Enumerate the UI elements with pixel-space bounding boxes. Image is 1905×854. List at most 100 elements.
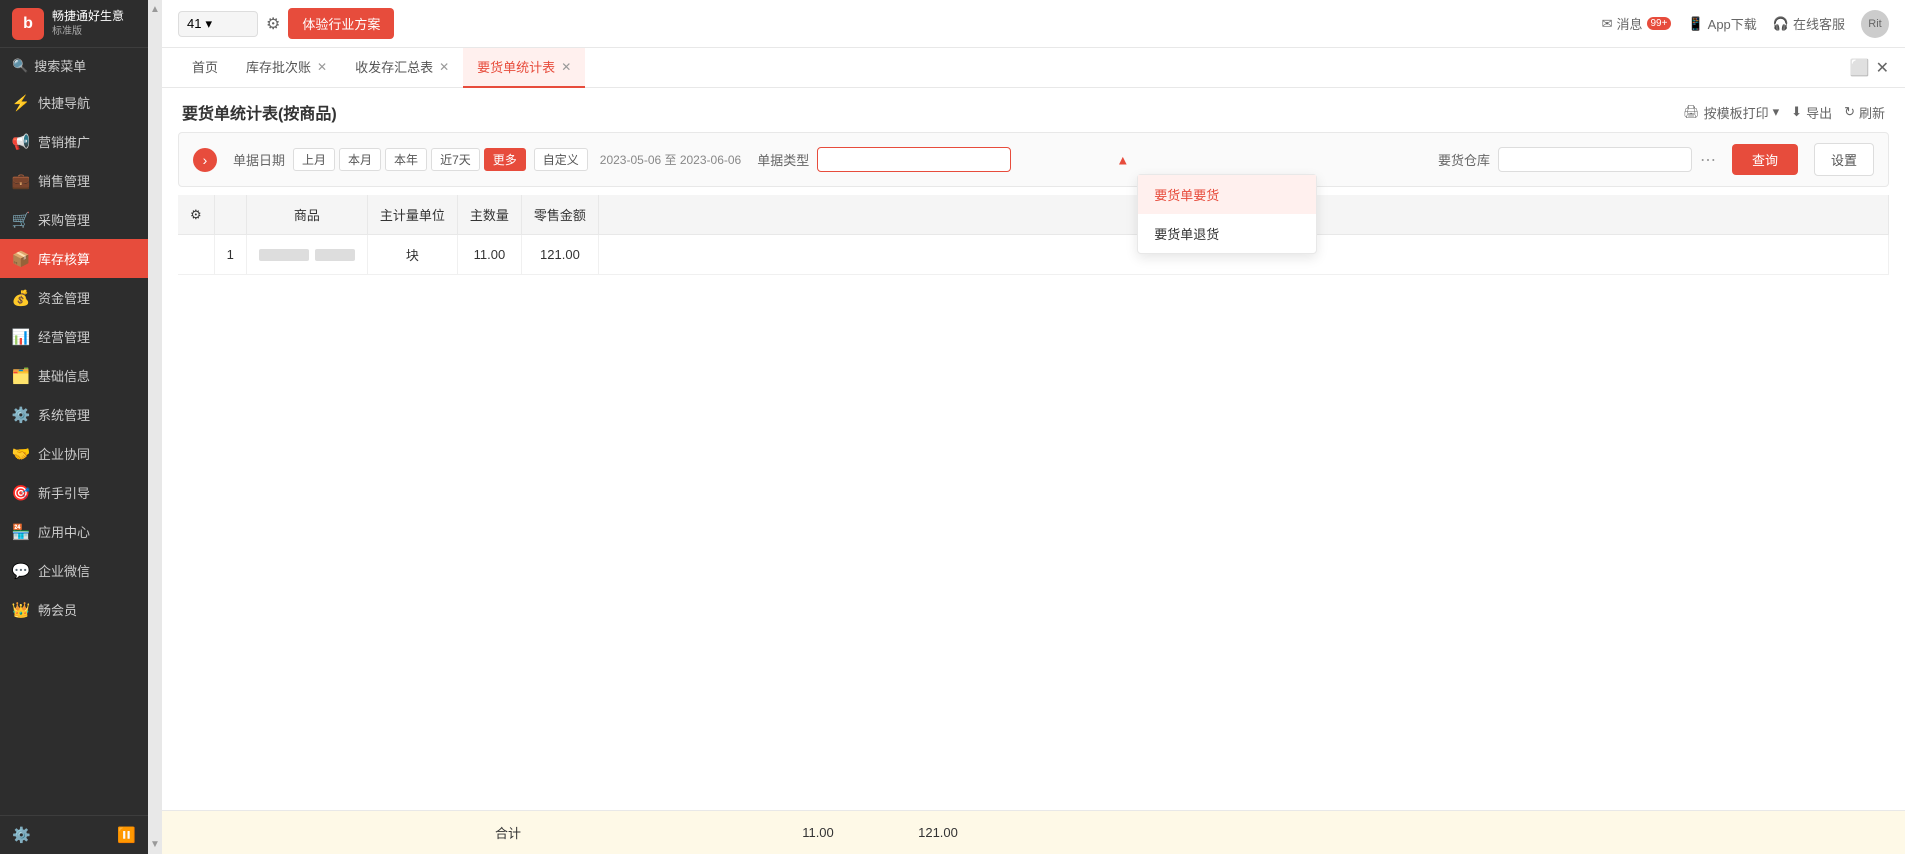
custom-date-btn[interactable]: 自定义 bbox=[534, 148, 588, 171]
type-dropdown: 要货单要货 要货单退货 bbox=[1137, 174, 1317, 254]
refresh-button[interactable]: ↻ 刷新 bbox=[1844, 103, 1885, 122]
download-icon: 📱 bbox=[1687, 16, 1703, 32]
col-product: 商品 bbox=[246, 195, 367, 235]
this-year-btn[interactable]: 本年 bbox=[385, 148, 427, 171]
collapse-icon[interactable]: ⏸️ bbox=[117, 826, 136, 844]
warehouse-filter-group: 要货仓库 ⋯ bbox=[1438, 147, 1716, 172]
sidebar-item-basic[interactable]: 🗂️ 基础信息 bbox=[0, 356, 148, 395]
tab-close-receivable-summary[interactable]: ✕ bbox=[439, 60, 449, 74]
export-button[interactable]: ⬇ 导出 bbox=[1791, 103, 1832, 122]
sidebar-item-member[interactable]: 👑 畅会员 bbox=[0, 590, 148, 629]
sidebar-header: b 畅捷通好生意 标准版 bbox=[0, 0, 148, 48]
type-filter-input[interactable] bbox=[817, 147, 1011, 172]
sidebar: b 畅捷通好生意 标准版 🔍 搜索菜单 ⚡ 快捷导航 📢 营销推广 💼 销售管理… bbox=[0, 0, 148, 854]
quick-icon: ⚡ bbox=[12, 94, 30, 112]
tab-close-order-summary[interactable]: ✕ bbox=[561, 60, 571, 74]
sidebar-item-finance[interactable]: 💰 资金管理 bbox=[0, 278, 148, 317]
marketing-icon: 📢 bbox=[12, 133, 30, 151]
basic-icon: 🗂️ bbox=[12, 367, 30, 385]
tab-close-all-icon[interactable]: ✕ bbox=[1876, 58, 1889, 78]
data-table: ⚙ 商品 主计量单位 主数量 零售金额 1 bbox=[178, 195, 1889, 275]
filter-expand-button[interactable]: › bbox=[193, 148, 217, 172]
service-icon: 🎧 bbox=[1773, 16, 1789, 32]
more-filters-icon[interactable]: ⋯ bbox=[1700, 150, 1716, 170]
date-range-display: 2023-05-06 至 2023-06-06 bbox=[600, 151, 741, 168]
finance-icon: 💰 bbox=[12, 289, 30, 307]
sidebar-item-operation[interactable]: 📊 经营管理 bbox=[0, 317, 148, 356]
sidebar-item-appstore[interactable]: 🏪 应用中心 bbox=[0, 512, 148, 551]
sidebar-item-inventory[interactable]: 📦 库存核算 bbox=[0, 239, 148, 278]
type-filter-label: 单据类型 bbox=[757, 150, 809, 169]
table-container: ⚙ 商品 主计量单位 主数量 零售金额 1 bbox=[178, 195, 1889, 810]
filter-settings-button[interactable]: 设置 bbox=[1814, 143, 1874, 176]
warehouse-filter-label: 要货仓库 bbox=[1438, 150, 1490, 169]
more-dates-btn[interactable]: 更多 bbox=[484, 148, 526, 171]
tab-maximize-icon[interactable]: ⬜ bbox=[1850, 58, 1870, 78]
type-dropdown-chevron-icon[interactable]: ▲ bbox=[1116, 152, 1129, 167]
date-filter-label: 单据日期 bbox=[233, 150, 285, 169]
scroll-down-arrow[interactable]: ▼ bbox=[150, 839, 160, 850]
footer-quantity: 11.00 bbox=[758, 825, 878, 840]
page-title: 要货单统计表(按商品) bbox=[182, 100, 337, 124]
print-icon: 🖨 bbox=[1683, 104, 1700, 120]
topbar-left: 41 ▾ ⚙ 体验行业方案 bbox=[178, 8, 1590, 39]
tab-receivable-summary[interactable]: 收发存汇总表 ✕ bbox=[341, 48, 463, 88]
messages-button[interactable]: ✉ 消息 99+ bbox=[1602, 14, 1672, 33]
app-download-button[interactable]: 📱 App下载 bbox=[1687, 14, 1756, 33]
message-icon: ✉ bbox=[1602, 16, 1613, 32]
tab-inventory-batch[interactable]: 库存批次账 ✕ bbox=[232, 48, 341, 88]
dropdown-item-return[interactable]: 要货单退货 bbox=[1138, 214, 1316, 253]
date-filter-group: 单据日期 上月 本月 本年 近7天 更多 自定义 2023-05-06 至 20… bbox=[233, 148, 741, 171]
this-month-btn[interactable]: 本月 bbox=[339, 148, 381, 171]
store-selector[interactable]: 41 ▾ bbox=[178, 11, 258, 37]
export-icon: ⬇ bbox=[1791, 104, 1802, 120]
table-footer: 合计 11.00 121.00 bbox=[162, 810, 1905, 854]
sidebar-item-guide[interactable]: 🎯 新手引导 bbox=[0, 473, 148, 512]
scroll-up-arrow[interactable]: ▲ bbox=[150, 4, 160, 15]
col-quantity: 主数量 bbox=[457, 195, 521, 235]
sidebar-item-quick[interactable]: ⚡ 快捷导航 bbox=[0, 83, 148, 122]
last-month-btn[interactable]: 上月 bbox=[293, 148, 335, 171]
query-button[interactable]: 查询 bbox=[1732, 144, 1798, 175]
tab-close-inventory-batch[interactable]: ✕ bbox=[317, 60, 327, 74]
settings-footer-icon[interactable]: ⚙️ bbox=[12, 826, 31, 844]
sidebar-footer: ⚙️ ⏸️ bbox=[0, 815, 148, 854]
system-icon: ⚙️ bbox=[12, 406, 30, 424]
col-number bbox=[214, 195, 246, 235]
sidebar-search-item[interactable]: 🔍 搜索菜单 bbox=[0, 48, 148, 83]
sidebar-item-wechat[interactable]: 💬 企业微信 bbox=[0, 551, 148, 590]
sidebar-item-sales[interactable]: 💼 销售管理 bbox=[0, 161, 148, 200]
sidebar-item-purchase[interactable]: 🛒 采购管理 bbox=[0, 200, 148, 239]
operation-icon: 📊 bbox=[12, 328, 30, 346]
dropdown-item-order[interactable]: 要货单要货 bbox=[1138, 175, 1316, 214]
chevron-print-icon: ▾ bbox=[1773, 104, 1780, 120]
user-avatar[interactable]: Rit bbox=[1861, 10, 1889, 38]
sidebar-logo: b bbox=[12, 8, 44, 40]
sidebar-item-system[interactable]: ⚙️ 系统管理 bbox=[0, 395, 148, 434]
tab-order-summary[interactable]: 要货单统计表 ✕ bbox=[463, 48, 585, 88]
sales-icon: 💼 bbox=[12, 172, 30, 190]
tabs-end: ⬜ ✕ bbox=[1850, 58, 1889, 78]
online-service-button[interactable]: 🎧 在线客服 bbox=[1773, 14, 1845, 33]
main-area: 41 ▾ ⚙ 体验行业方案 ✉ 消息 99+ 📱 App下载 🎧 在线客服 Ri… bbox=[162, 0, 1905, 854]
warehouse-filter-input[interactable] bbox=[1498, 147, 1692, 172]
sidebar-title: 畅捷通好生意 标准版 bbox=[52, 9, 124, 38]
topbar: 41 ▾ ⚙ 体验行业方案 ✉ 消息 99+ 📱 App下载 🎧 在线客服 Ri… bbox=[162, 0, 1905, 48]
col-unit: 主计量单位 bbox=[367, 195, 457, 235]
page-content: 要货单统计表(按商品) 🖨 按模板打印 ▾ ⬇ 导出 ↻ 刷新 › bbox=[162, 88, 1905, 854]
sidebar-item-marketing[interactable]: 📢 营销推广 bbox=[0, 122, 148, 161]
sidebar-item-enterprise[interactable]: 🤝 企业协同 bbox=[0, 434, 148, 473]
purchase-icon: 🛒 bbox=[12, 211, 30, 229]
sidebar-nav: ⚡ 快捷导航 📢 营销推广 💼 销售管理 🛒 采购管理 📦 库存核算 💰 资金管… bbox=[0, 83, 148, 815]
topbar-settings-icon[interactable]: ⚙ bbox=[266, 14, 280, 34]
guide-icon: 🎯 bbox=[12, 484, 30, 502]
wechat-icon: 💬 bbox=[12, 562, 30, 580]
trial-button[interactable]: 体验行业方案 bbox=[288, 8, 394, 39]
table-header-row: ⚙ 商品 主计量单位 主数量 零售金额 bbox=[178, 195, 1889, 235]
last-7-days-btn[interactable]: 近7天 bbox=[431, 148, 480, 171]
footer-label: 合计 bbox=[378, 823, 638, 842]
tab-home[interactable]: 首页 bbox=[178, 48, 232, 88]
search-icon: 🔍 bbox=[12, 58, 28, 74]
col-settings[interactable]: ⚙ bbox=[178, 195, 214, 235]
print-template-button[interactable]: 🖨 按模板打印 ▾ bbox=[1683, 103, 1779, 122]
